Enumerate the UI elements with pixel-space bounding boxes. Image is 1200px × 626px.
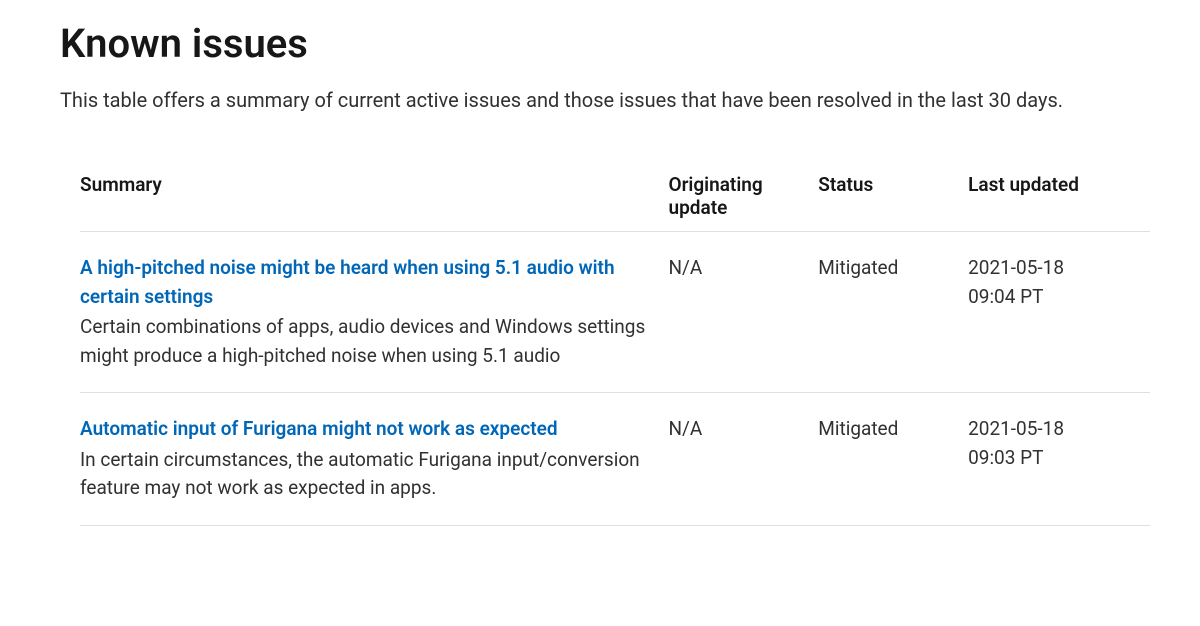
issue-description: Certain combinations of apps, audio devi… (80, 313, 653, 370)
table-row: A high-pitched noise might be heard when… (80, 232, 1150, 393)
issue-status: Mitigated (818, 393, 968, 526)
issue-originating-update: N/A (669, 232, 819, 393)
issue-last-updated: 2021-05-18 09:04 PT (968, 232, 1150, 393)
issue-last-updated-date: 2021-05-18 (968, 415, 1134, 444)
issue-title-link[interactable]: A high-pitched noise might be heard when… (80, 256, 615, 308)
page-intro: This table offers a summary of current a… (60, 85, 1120, 116)
issue-originating-update: N/A (669, 393, 819, 526)
page-title: Known issues (60, 20, 1140, 67)
issue-last-updated-time: 09:03 PT (968, 444, 1134, 473)
col-header-status: Status (818, 161, 968, 232)
col-header-last-updated: Last updated (968, 161, 1150, 232)
issue-description: In certain circumstances, the automatic … (80, 446, 653, 503)
issue-status: Mitigated (818, 232, 968, 393)
known-issues-page: Known issues This table offers a summary… (0, 0, 1200, 556)
issue-last-updated-time: 09:04 PT (968, 283, 1134, 312)
col-header-summary: Summary (80, 161, 669, 232)
table-header-row: Summary Originating update Status Last u… (80, 161, 1150, 232)
issue-last-updated-date: 2021-05-18 (968, 254, 1134, 283)
issue-last-updated: 2021-05-18 09:03 PT (968, 393, 1150, 526)
table-row: Automatic input of Furigana might not wo… (80, 393, 1150, 526)
issue-title-link[interactable]: Automatic input of Furigana might not wo… (80, 417, 558, 440)
issues-table: Summary Originating update Status Last u… (80, 161, 1150, 526)
col-header-originating-update: Originating update (669, 161, 819, 232)
